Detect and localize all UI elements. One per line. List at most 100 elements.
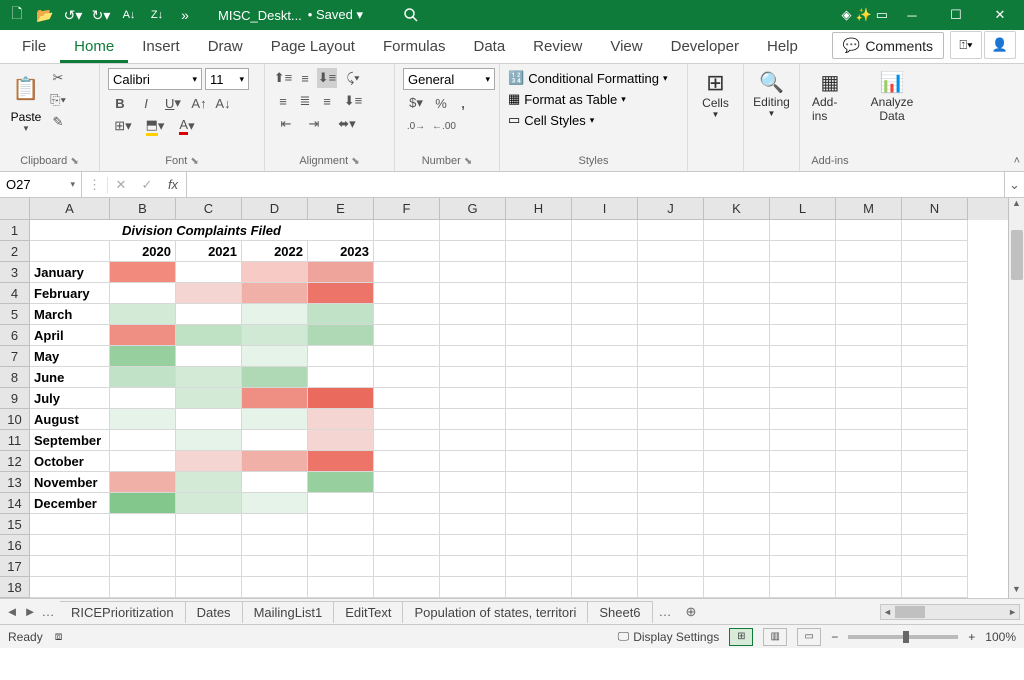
indent-increase-icon[interactable]: ⇥ [301, 114, 327, 134]
display-settings-button[interactable]: 🖵Display Settings [618, 629, 720, 644]
cell[interactable] [902, 220, 968, 241]
cell[interactable] [836, 367, 902, 388]
cell[interactable] [770, 451, 836, 472]
comma-icon[interactable]: , [453, 93, 473, 113]
maximize-button[interactable]: ☐ [936, 0, 976, 30]
cell[interactable] [308, 430, 374, 451]
cell[interactable] [770, 304, 836, 325]
italic-button[interactable]: I [134, 93, 158, 113]
format-painter-icon[interactable]: ✎ [48, 112, 68, 132]
cell[interactable] [110, 388, 176, 409]
cell[interactable] [770, 514, 836, 535]
cell[interactable] [374, 241, 440, 262]
cell[interactable] [638, 262, 704, 283]
sheet-tab[interactable]: MailingList1 [243, 601, 335, 623]
tab-help[interactable]: Help [753, 32, 812, 63]
col-header-B[interactable]: B [110, 198, 176, 220]
cell[interactable] [374, 283, 440, 304]
cell[interactable] [242, 262, 308, 283]
tab-page-layout[interactable]: Page Layout [257, 32, 369, 63]
cell[interactable] [704, 493, 770, 514]
cell[interactable] [836, 346, 902, 367]
cell[interactable] [110, 514, 176, 535]
cell[interactable] [308, 304, 374, 325]
sheet-tab[interactable]: Sheet6 [588, 601, 652, 623]
sheet-tab[interactable]: Population of states, territori [403, 601, 588, 623]
cell[interactable] [770, 430, 836, 451]
cell[interactable] [770, 262, 836, 283]
cell[interactable] [110, 556, 176, 577]
cell[interactable] [902, 451, 968, 472]
cell[interactable] [902, 535, 968, 556]
cell[interactable] [638, 283, 704, 304]
row-header-6[interactable]: 6 [0, 325, 30, 346]
cell[interactable] [704, 220, 770, 241]
cell[interactable] [770, 241, 836, 262]
copy-icon[interactable]: ⎘▾ [48, 90, 68, 110]
align-bottom-icon[interactable]: ⬇≡ [317, 68, 337, 88]
cell[interactable] [308, 283, 374, 304]
col-header-H[interactable]: H [506, 198, 572, 220]
cell[interactable] [770, 577, 836, 598]
row-header-13[interactable]: 13 [0, 472, 30, 493]
cell[interactable] [704, 283, 770, 304]
cell[interactable] [440, 388, 506, 409]
select-all-corner[interactable] [0, 198, 30, 220]
cell[interactable] [440, 556, 506, 577]
cell[interactable] [770, 556, 836, 577]
horizontal-scrollbar[interactable]: ◄► [880, 604, 1020, 620]
save-state[interactable]: • Saved ▾ [308, 7, 363, 23]
cell[interactable] [638, 220, 704, 241]
cell[interactable] [374, 493, 440, 514]
cell[interactable] [836, 451, 902, 472]
cell[interactable] [506, 283, 572, 304]
cell[interactable] [506, 367, 572, 388]
cell[interactable] [242, 325, 308, 346]
align-right-icon[interactable]: ≡ [317, 91, 337, 111]
number-format-combo[interactable]: General▾ [403, 68, 495, 90]
row-header-3[interactable]: 3 [0, 262, 30, 283]
cell[interactable] [770, 388, 836, 409]
tab-formulas[interactable]: Formulas [369, 32, 460, 63]
tab-scroll-right-icon[interactable]: ► [22, 604, 38, 619]
cell[interactable] [308, 262, 374, 283]
cell[interactable] [308, 346, 374, 367]
cell[interactable] [638, 577, 704, 598]
cell[interactable] [836, 577, 902, 598]
cell[interactable] [836, 304, 902, 325]
cell[interactable]: September [30, 430, 110, 451]
cell[interactable] [374, 472, 440, 493]
cell[interactable] [704, 514, 770, 535]
expand-formula-bar-icon[interactable]: ⌄ [1004, 172, 1024, 197]
increase-decimal-icon[interactable]: ←.00 [431, 116, 457, 136]
font-grow-icon[interactable]: A↑ [188, 93, 210, 113]
cell[interactable]: 2021 [176, 241, 242, 262]
cell[interactable] [638, 304, 704, 325]
cell[interactable] [704, 535, 770, 556]
cell[interactable]: 2023 [308, 241, 374, 262]
window-icon[interactable]: ▭ [876, 7, 888, 23]
cell[interactable] [902, 577, 968, 598]
cell[interactable] [242, 451, 308, 472]
page-layout-view-icon[interactable]: ▥ [763, 628, 787, 646]
cell[interactable] [506, 451, 572, 472]
name-box[interactable]: O27▾ [0, 172, 82, 197]
cell[interactable] [374, 367, 440, 388]
cell[interactable] [242, 493, 308, 514]
cell[interactable]: June [30, 367, 110, 388]
tab-review[interactable]: Review [519, 32, 596, 63]
cell[interactable]: July [30, 388, 110, 409]
cell[interactable] [506, 346, 572, 367]
cell[interactable] [836, 388, 902, 409]
sort-asc-icon[interactable]: A↓ [116, 2, 142, 28]
cell[interactable] [902, 388, 968, 409]
row-header-15[interactable]: 15 [0, 514, 30, 535]
cell[interactable] [110, 325, 176, 346]
tabs-overflow-right-icon[interactable]: … [653, 604, 678, 619]
cell[interactable] [176, 577, 242, 598]
cell[interactable] [440, 283, 506, 304]
cell[interactable] [704, 367, 770, 388]
cell[interactable] [176, 514, 242, 535]
cell[interactable] [572, 388, 638, 409]
cell[interactable] [704, 388, 770, 409]
